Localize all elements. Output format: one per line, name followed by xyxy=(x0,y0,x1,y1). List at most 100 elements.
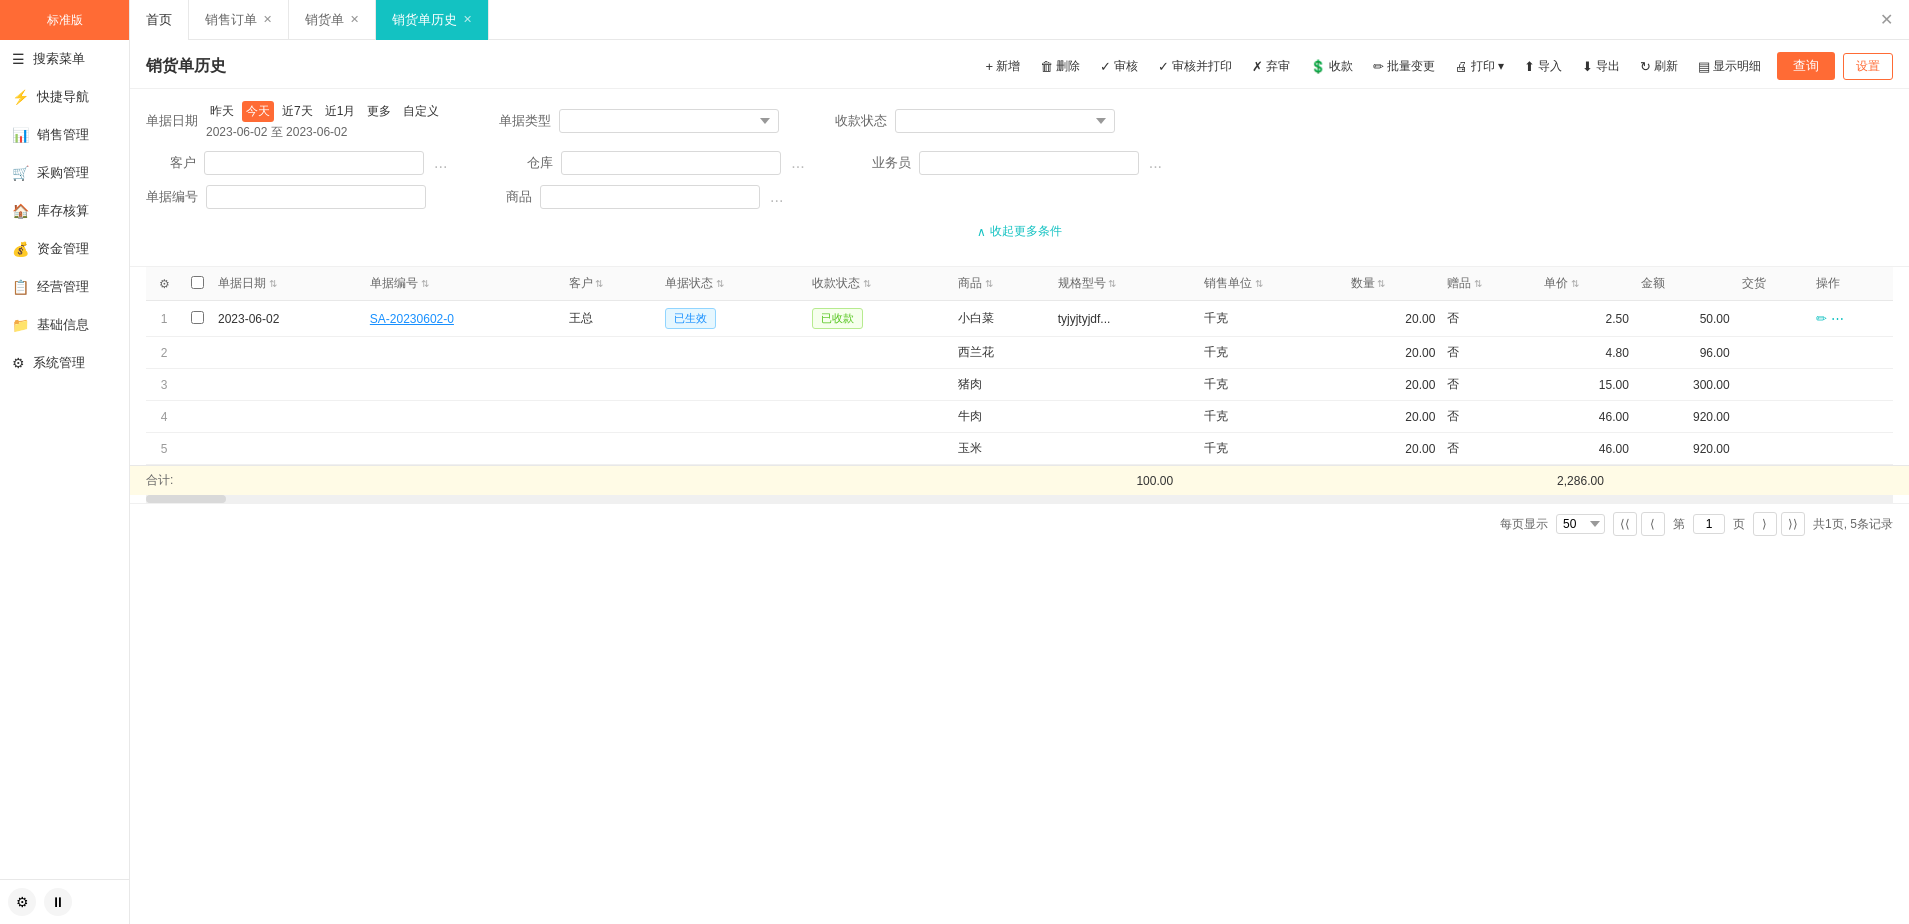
col-goods[interactable]: 商品 xyxy=(952,267,1051,301)
edit-icon-0[interactable]: ✏ xyxy=(1816,311,1827,326)
cell-collectstatus-2 xyxy=(806,369,952,401)
col-unit[interactable]: 销售单位 xyxy=(1198,267,1344,301)
toolbar-btn-export[interactable]: ⬇导出 xyxy=(1574,54,1628,79)
sidebar-item-fund-mgmt[interactable]: 💰资金管理 xyxy=(0,230,129,268)
sys-mgmt-icon: ⚙ xyxy=(12,355,25,371)
cell-docno-0[interactable]: SA-20230602-0 xyxy=(364,301,563,337)
next-page-btn[interactable]: ⟩ xyxy=(1753,512,1777,536)
customer-dots[interactable]: ... xyxy=(434,154,447,172)
doctype-select[interactable] xyxy=(559,109,779,133)
sidebar-settings-icon[interactable]: ⚙ xyxy=(8,888,36,916)
page-size-select[interactable]: 50 20 100 xyxy=(1556,514,1605,534)
toolbar-btn-batch-change[interactable]: ✏批量变更 xyxy=(1365,54,1443,79)
collapse-button[interactable]: ∧ 收起更多条件 xyxy=(973,219,1066,244)
staff-input[interactable] xyxy=(919,151,1139,175)
prev-page-btn[interactable]: ⟨ xyxy=(1641,512,1665,536)
cell-spec-4 xyxy=(1052,433,1198,465)
collect-status-badge-0: 已收款 xyxy=(812,308,863,329)
cell-price-4: 46.00 xyxy=(1538,433,1635,465)
doc-status-badge-0: 已生效 xyxy=(665,308,716,329)
cell-unit-1: 千克 xyxy=(1198,337,1344,369)
col-price[interactable]: 单价 xyxy=(1538,267,1635,301)
col-spec[interactable]: 规格型号 xyxy=(1052,267,1198,301)
sidebar-pause-icon[interactable]: ⏸ xyxy=(44,888,72,916)
table-settings-col[interactable]: ⚙ xyxy=(146,267,182,301)
toolbar-btn-audit[interactable]: ✓审核 xyxy=(1092,54,1146,79)
docno-input[interactable] xyxy=(206,185,426,209)
sidebar-item-quick-nav[interactable]: ⚡快捷导航 xyxy=(0,78,129,116)
toolbar-btn-collect[interactable]: 💲收款 xyxy=(1302,54,1361,79)
select-all-checkbox[interactable] xyxy=(191,276,204,289)
col-gift[interactable]: 赠品 xyxy=(1441,267,1538,301)
first-page-btn[interactable]: ⟨⟨ xyxy=(1613,512,1637,536)
tab-close-sales-history[interactable]: ✕ xyxy=(463,13,472,26)
cell-docno-4[interactable] xyxy=(364,433,563,465)
toolbar-btn-new[interactable]: +新增 xyxy=(977,54,1028,79)
cell-date-2 xyxy=(212,369,364,401)
horizontal-scrollbar[interactable] xyxy=(146,495,1893,503)
cell-customer-2 xyxy=(563,369,660,401)
toolbar-btn-show-detail[interactable]: ▤显示明细 xyxy=(1690,54,1769,79)
date-shortcut-yesterday[interactable]: 昨天 xyxy=(206,101,238,122)
date-shortcut-today[interactable]: 今天 xyxy=(242,101,274,122)
collect-status-select[interactable] xyxy=(895,109,1115,133)
batch-change-icon: ✏ xyxy=(1373,59,1384,74)
col-collect-status[interactable]: 收款状态 xyxy=(806,267,952,301)
warehouse-dots[interactable]: ... xyxy=(791,154,804,172)
date-shortcut-last7days[interactable]: 近7天 xyxy=(278,101,317,122)
cell-docno-1[interactable] xyxy=(364,337,563,369)
date-shortcut-more[interactable]: 更多 xyxy=(363,101,395,122)
tab-close-sales-delivery[interactable]: ✕ xyxy=(350,13,359,26)
close-all-tabs-icon[interactable]: ✕ xyxy=(1872,6,1901,33)
col-doc-date[interactable]: 单据日期 xyxy=(212,267,364,301)
page-input[interactable] xyxy=(1693,514,1725,534)
more-icon-0[interactable]: ⋯ xyxy=(1831,311,1844,326)
cell-price-0: 2.50 xyxy=(1538,301,1635,337)
toolbar-btn-refresh[interactable]: ↻刷新 xyxy=(1632,54,1686,79)
table-footer: 合计: 100.00 2,286.00 xyxy=(130,465,1909,495)
warehouse-input[interactable] xyxy=(561,151,781,175)
tab-sales-order[interactable]: 销售订单✕ xyxy=(189,0,289,40)
sidebar-item-ops-mgmt[interactable]: 📋经营管理 xyxy=(0,268,129,306)
tab-home[interactable]: 首页 xyxy=(130,0,189,40)
toolbar-btn-audit-print[interactable]: ✓审核并打印 xyxy=(1150,54,1240,79)
col-doc-status[interactable]: 单据状态 xyxy=(659,267,805,301)
col-customer[interactable]: 客户 xyxy=(563,267,660,301)
sidebar-item-purchase-mgmt[interactable]: 🛒采购管理 xyxy=(0,154,129,192)
cell-date-3 xyxy=(212,401,364,433)
sidebar-item-sys-mgmt[interactable]: ⚙系统管理 xyxy=(0,344,129,382)
tab-sales-history[interactable]: 销货单历史✕ xyxy=(376,0,489,40)
footer-total-label: 合计: xyxy=(146,472,206,489)
date-shortcut-custom[interactable]: 自定义 xyxy=(399,101,443,122)
cell-docstatus-4 xyxy=(659,433,805,465)
date-shortcut-last1month[interactable]: 近1月 xyxy=(321,101,360,122)
toolbar-btn-print[interactable]: 🖨打印▾ xyxy=(1447,54,1512,79)
cell-spec-1 xyxy=(1052,337,1198,369)
refresh-label: 刷新 xyxy=(1654,58,1678,75)
toolbar-btn-delete[interactable]: 🗑删除 xyxy=(1032,54,1088,79)
customer-input[interactable] xyxy=(204,151,424,175)
row-checkbox-0[interactable] xyxy=(191,311,204,324)
cell-docno-3[interactable] xyxy=(364,401,563,433)
goods-dots[interactable]: ... xyxy=(770,188,783,206)
date-shortcuts: 昨天今天近7天近1月更多自定义 xyxy=(206,101,443,122)
goods-input[interactable] xyxy=(540,185,760,209)
toolbar-btn-import[interactable]: ⬆导入 xyxy=(1516,54,1570,79)
tab-close-sales-order[interactable]: ✕ xyxy=(263,13,272,26)
scrollbar-thumb[interactable] xyxy=(146,495,226,503)
tab-bar-right: ✕ xyxy=(1872,6,1909,33)
sidebar-item-inventory[interactable]: 🏠库存核算 xyxy=(0,192,129,230)
sidebar-item-basic-info[interactable]: 📁基础信息 xyxy=(0,306,129,344)
setting-button[interactable]: 设置 xyxy=(1843,53,1893,80)
sidebar-item-search-menu[interactable]: ☰搜索菜单 xyxy=(0,40,129,78)
cell-docno-2[interactable] xyxy=(364,369,563,401)
cell-collectstatus-1 xyxy=(806,337,952,369)
tab-sales-delivery[interactable]: 销货单✕ xyxy=(289,0,376,40)
staff-dots[interactable]: ... xyxy=(1149,154,1162,172)
query-button[interactable]: 查询 xyxy=(1777,52,1835,80)
toolbar-btn-abandon[interactable]: ✗弃审 xyxy=(1244,54,1298,79)
col-qty[interactable]: 数量 xyxy=(1345,267,1442,301)
last-page-btn[interactable]: ⟩⟩ xyxy=(1781,512,1805,536)
col-doc-no[interactable]: 单据编号 xyxy=(364,267,563,301)
sidebar-item-sales-mgmt[interactable]: 📊销售管理 xyxy=(0,116,129,154)
